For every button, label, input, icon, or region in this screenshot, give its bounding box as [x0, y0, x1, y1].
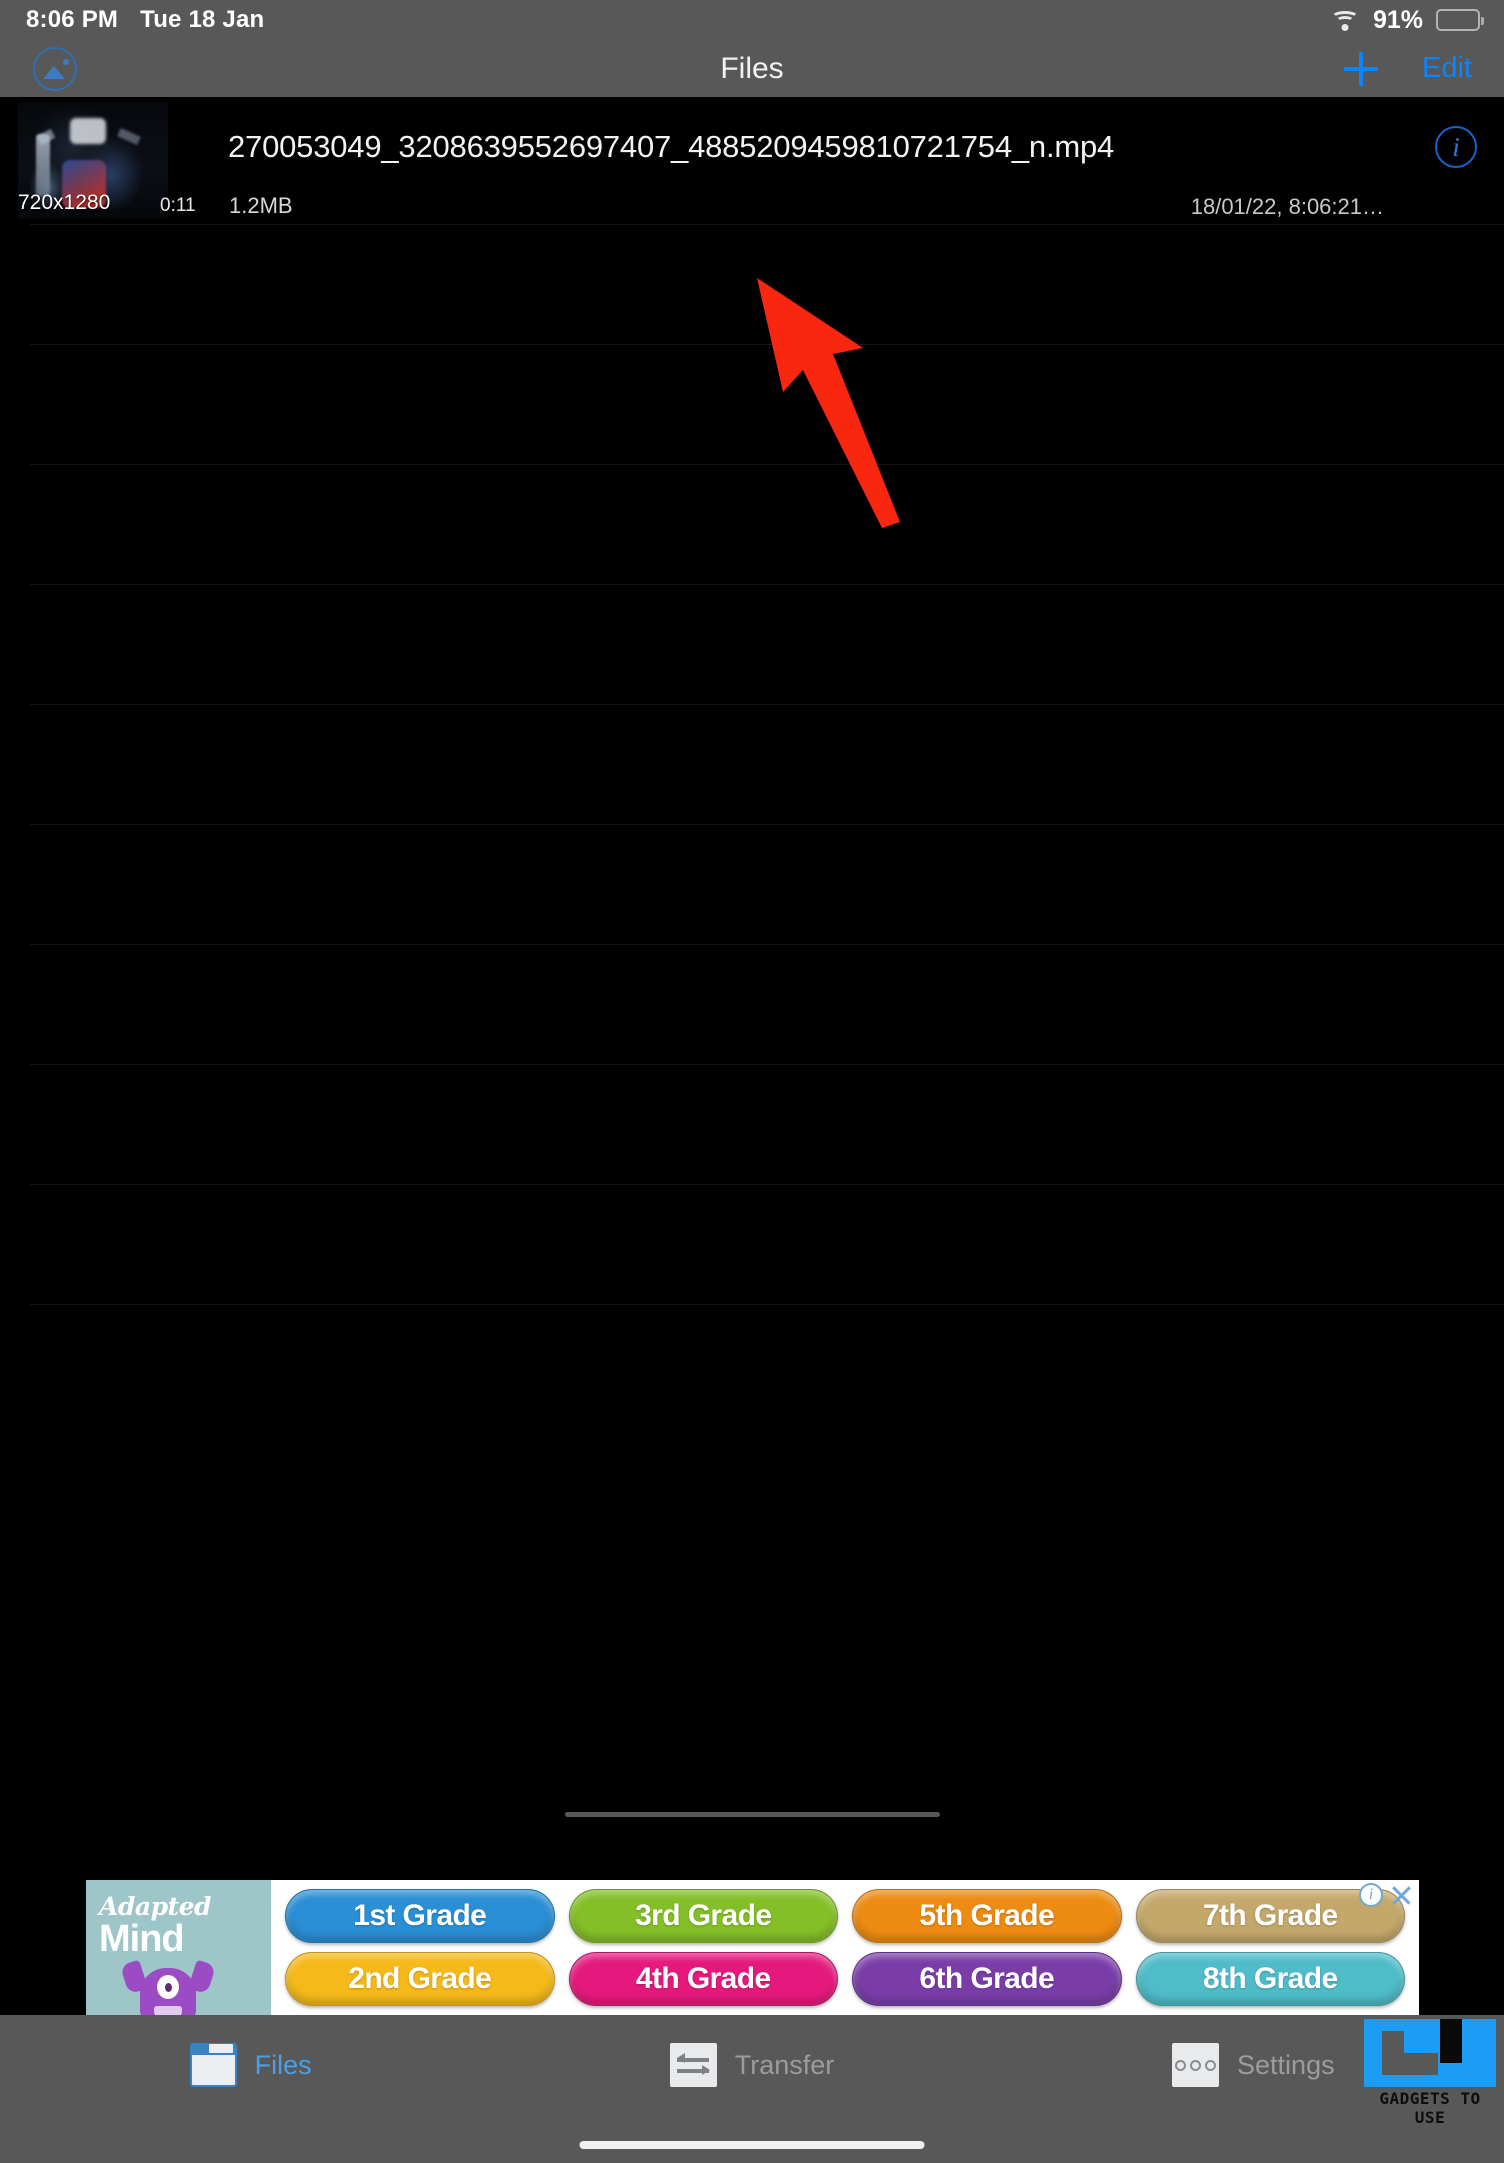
- watermark-mark-icon: [1364, 2019, 1496, 2087]
- file-name-label: 270053049_3208639552697407_4885209459810…: [228, 129, 1115, 164]
- tab-bar-items: Files Transfer Settings: [0, 2015, 1504, 2111]
- grade-button[interactable]: 4th Grade: [568, 1952, 838, 2006]
- files-icon: [189, 2043, 237, 2087]
- file-list[interactable]: 720x1280 0:11 270053049_3208639552697407…: [0, 97, 1504, 2163]
- ad-brand-logo: Adapted Mind: [86, 1880, 271, 2015]
- ad-close-icon[interactable]: [1388, 1882, 1414, 1908]
- file-date-label: 18/01/22, 8:06:21…: [1190, 194, 1384, 219]
- wifi-icon: [1330, 9, 1360, 31]
- ad-grade-buttons: 1st Grade 3rd Grade 5th Grade 7th Grade …: [271, 1880, 1419, 2015]
- status-bar: 8:06 PM Tue 18 Jan 91%: [0, 0, 1504, 40]
- purple-monster-mascot-icon: [119, 1959, 217, 2015]
- grade-button[interactable]: 6th Grade: [852, 1952, 1122, 2006]
- status-time: 8:06 PM: [26, 6, 119, 33]
- file-size-label: 1.2MB: [229, 193, 293, 218]
- grade-button[interactable]: 1st Grade: [285, 1889, 555, 1943]
- list-separator: [30, 1304, 1504, 1305]
- list-separator: [30, 704, 1504, 705]
- grade-button[interactable]: 8th Grade: [1135, 1952, 1405, 2006]
- watermark-text: GADGETS TO USE: [1379, 2089, 1481, 2127]
- thumbnail-resolution-label: 720x1280: [18, 191, 111, 214]
- table-row[interactable]: 720x1280 0:11 270053049_3208639552697407…: [0, 97, 1504, 224]
- list-separator: [30, 584, 1504, 585]
- list-separator: [30, 824, 1504, 825]
- transfer-icon: [669, 2043, 717, 2087]
- status-bar-left: 8:06 PM Tue 18 Jan: [26, 6, 264, 34]
- status-date: Tue 18 Jan: [140, 6, 265, 33]
- plus-icon[interactable]: [1344, 51, 1379, 86]
- status-bar-right: 91%: [1330, 5, 1484, 35]
- settings-icon: [1172, 2043, 1220, 2087]
- grade-button[interactable]: 5th Grade: [852, 1889, 1122, 1943]
- list-separator: [30, 1064, 1504, 1065]
- list-separator: [30, 344, 1504, 345]
- page-title: Files: [720, 51, 784, 85]
- tab-files[interactable]: Files: [0, 2019, 501, 2111]
- list-separator: [30, 944, 1504, 945]
- home-indicator[interactable]: [579, 2141, 925, 2149]
- tab-bar: Files Transfer Settings: [0, 2015, 1504, 2163]
- tab-label: Files: [254, 2049, 312, 2080]
- ad-brand-line2: Mind: [99, 1918, 185, 1960]
- list-separator: [30, 464, 1504, 465]
- grade-button[interactable]: 2nd Grade: [285, 1952, 555, 2006]
- list-separator: [30, 1184, 1504, 1185]
- battery-percent-label: 91%: [1372, 5, 1423, 34]
- ad-controls: i: [1359, 1882, 1414, 1908]
- thumbnail-duration-label: 0:11: [160, 195, 196, 216]
- list-separator: [30, 224, 1504, 225]
- ad-info-icon[interactable]: i: [1359, 1883, 1383, 1907]
- ad-brand-line1: Adapted: [99, 1892, 212, 1921]
- navigation-bar: Files Edit: [0, 40, 1504, 97]
- advertisement-banner[interactable]: Adapted Mind 1st Grade 3rd Grade 5th Gra…: [86, 1880, 1419, 2015]
- gadgets-to-use-logo: GADGETS TO USE: [1364, 2019, 1496, 2127]
- info-circle-icon[interactable]: i: [1435, 126, 1477, 168]
- battery-icon: [1436, 9, 1484, 31]
- tab-transfer[interactable]: Transfer: [501, 2019, 1002, 2111]
- tab-label: Transfer: [734, 2049, 835, 2080]
- horizontal-scroll-indicator[interactable]: [565, 1812, 940, 1817]
- tab-label: Settings: [1237, 2049, 1335, 2080]
- grade-button[interactable]: 3rd Grade: [568, 1889, 838, 1943]
